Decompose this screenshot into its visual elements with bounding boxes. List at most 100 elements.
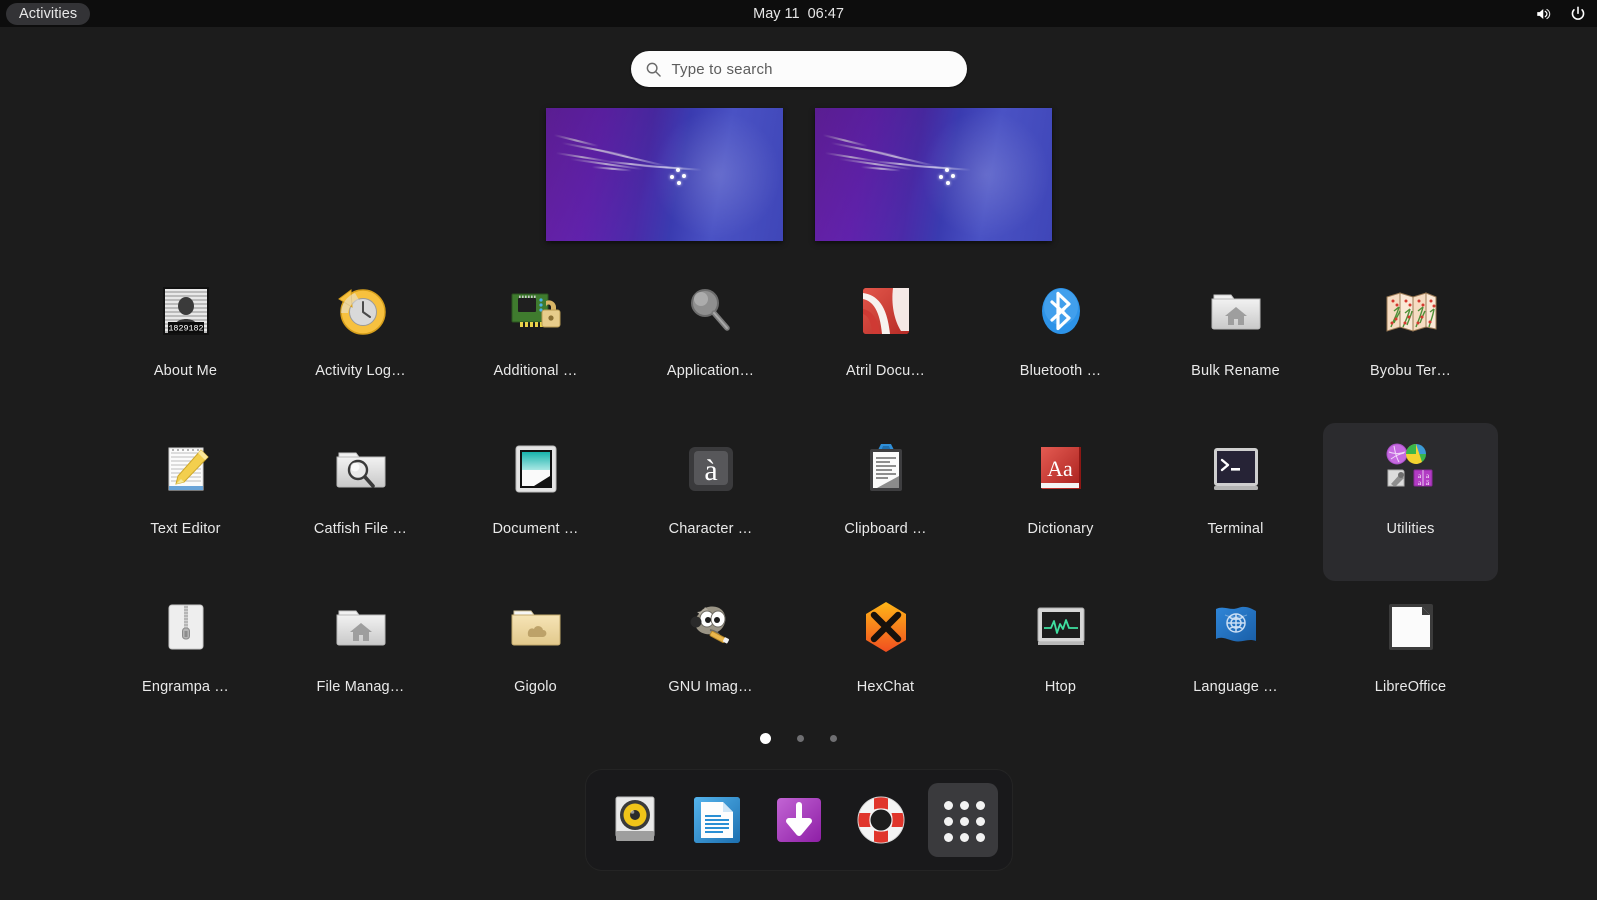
utilities-folder-icon: a a a ä <box>1379 437 1443 501</box>
speaker-icon <box>615 796 654 841</box>
app-icon-hexchat[interactable]: HexChat <box>798 581 973 739</box>
app-icon-language-support[interactable]: Language … <box>1148 581 1323 739</box>
app-icon-gigolo[interactable]: Gigolo <box>448 581 623 739</box>
app-label: Clipboard … <box>844 521 927 537</box>
wallpaper-streaks <box>815 108 1052 241</box>
additional-drivers-icon <box>504 279 568 343</box>
app-icon-gimp[interactable]: GNU Imag… <box>623 581 798 739</box>
page-dot-2[interactable] <box>797 735 804 742</box>
app-icon-file-manager[interactable]: File Manag… <box>273 581 448 739</box>
svg-text:à: à <box>704 454 717 487</box>
atril-document-viewer-icon <box>854 279 918 343</box>
app-grid: 1829182 About Me Activity Log… Additiona… <box>98 265 1498 739</box>
libreoffice-icon <box>1379 595 1443 659</box>
activities-button[interactable]: Activities <box>6 2 91 25</box>
app-grid-icon <box>943 801 985 842</box>
app-icon-catfish-file-search[interactable]: Catfish File … <box>273 423 448 581</box>
search-entry[interactable]: Type to search <box>630 51 967 87</box>
search-placeholder: Type to search <box>671 60 773 78</box>
text-editor-icon <box>154 437 218 501</box>
system-status-area[interactable] <box>1535 0 1587 27</box>
app-icon-clipboard-manager[interactable]: Clipboard … <box>798 423 973 581</box>
app-label: Catfish File … <box>313 521 408 537</box>
lifebuoy-icon <box>857 796 904 844</box>
app-icon-engrampa[interactable]: Engrampa … <box>98 581 273 739</box>
catfish-file-search-icon <box>329 437 393 501</box>
app-icon-bulk-rename[interactable]: Bulk Rename <box>1148 265 1323 423</box>
clock-date: May 11 <box>753 5 800 22</box>
app-icon-text-editor[interactable]: Text Editor <box>98 423 273 581</box>
wallpaper-glyph <box>938 168 957 186</box>
application-finder-icon <box>679 279 743 343</box>
character-map-icon: à <box>679 437 743 501</box>
app-label: Bulk Rename <box>1191 363 1280 379</box>
app-icon-atril-document-viewer[interactable]: Atril Docu… <box>798 265 973 423</box>
app-icon-terminal[interactable]: Terminal <box>1148 423 1323 581</box>
dock-item-help-browser[interactable] <box>846 783 916 857</box>
app-label: Application… <box>666 363 755 379</box>
clock[interactable]: May 11 06:47 <box>0 0 1597 27</box>
wallpaper-glyph <box>669 168 688 186</box>
app-label: Byobu Ter… <box>1369 363 1452 379</box>
app-icon-bluetooth[interactable]: Bluetooth … <box>973 265 1148 423</box>
download-arrow-icon <box>776 798 821 842</box>
dock-item-show-applications[interactable] <box>927 783 998 857</box>
wallpaper-streaks <box>546 108 783 241</box>
bluetooth-icon <box>1029 279 1093 343</box>
clipboard-manager-icon <box>854 437 918 501</box>
app-label: Dictionary <box>1027 521 1094 537</box>
language-support-icon <box>1204 595 1268 659</box>
dock-item-libreoffice-writer[interactable] <box>682 783 752 857</box>
terminal-icon <box>1204 437 1268 501</box>
app-label: LibreOffice <box>1374 679 1447 695</box>
app-icon-htop[interactable]: Htop <box>973 581 1148 739</box>
about-me-icon: 1829182 <box>154 279 218 343</box>
app-label: About Me <box>153 363 218 379</box>
htop-icon <box>1029 595 1093 659</box>
app-icon-document-scanner[interactable]: Document … <box>448 423 623 581</box>
power-icon[interactable] <box>1569 5 1587 23</box>
workspace-thumbnail-1[interactable] <box>545 108 783 241</box>
bulk-rename-folder-icon <box>1204 279 1268 343</box>
page-indicator <box>0 733 1597 744</box>
workspace-thumbnail-2[interactable] <box>814 108 1052 241</box>
search-icon <box>646 62 661 77</box>
app-label: Terminal <box>1207 521 1264 537</box>
app-icon-dictionary[interactable]: Aa Dictionary <box>973 423 1148 581</box>
dock-item-pulseaudio-volume-control[interactable] <box>600 783 670 857</box>
app-label: File Manag… <box>316 679 405 695</box>
app-icon-activity-log[interactable]: Activity Log… <box>273 265 448 423</box>
app-icon-application-finder[interactable]: Application… <box>623 265 798 423</box>
dash <box>585 770 1012 870</box>
text-document-icon <box>693 797 740 843</box>
app-icon-additional-drivers[interactable]: Additional … <box>448 265 623 423</box>
byobu-terminal-icon <box>1379 279 1443 343</box>
volume-icon[interactable] <box>1535 5 1553 23</box>
app-folder-utilities[interactable]: a a a ä Utilities <box>1323 423 1498 581</box>
app-label: Additional … <box>493 363 578 379</box>
dictionary-icon: Aa <box>1029 437 1093 501</box>
gimp-icon <box>679 595 743 659</box>
app-label: Activity Log… <box>315 363 406 379</box>
app-label: Atril Docu… <box>846 363 925 379</box>
top-bar: Activities May 11 06:47 <box>0 0 1597 27</box>
hexchat-icon <box>854 595 918 659</box>
page-dot-3[interactable] <box>830 735 837 742</box>
app-label: Document … <box>492 521 579 537</box>
app-icon-byobu-terminal[interactable]: Byobu Ter… <box>1323 265 1498 423</box>
app-label: Gigolo <box>514 679 557 695</box>
clock-time: 06:47 <box>807 5 844 22</box>
file-manager-icon <box>329 595 393 659</box>
svg-text:1829182: 1829182 <box>168 324 203 334</box>
dock-item-software-updater[interactable] <box>764 783 834 857</box>
activities-label: Activities <box>19 5 78 22</box>
app-label: Text Editor <box>150 521 221 537</box>
svg-text:Aa: Aa <box>1047 456 1073 481</box>
app-icon-libreoffice[interactable]: LibreOffice <box>1323 581 1498 739</box>
workspace-thumbnails <box>0 108 1597 241</box>
app-label: HexChat <box>856 679 915 695</box>
app-icon-character-map[interactable]: à Character … <box>623 423 798 581</box>
app-icon-about-me[interactable]: 1829182 About Me <box>98 265 273 423</box>
engrampa-archive-icon <box>154 595 218 659</box>
page-dot-1[interactable] <box>760 733 771 744</box>
